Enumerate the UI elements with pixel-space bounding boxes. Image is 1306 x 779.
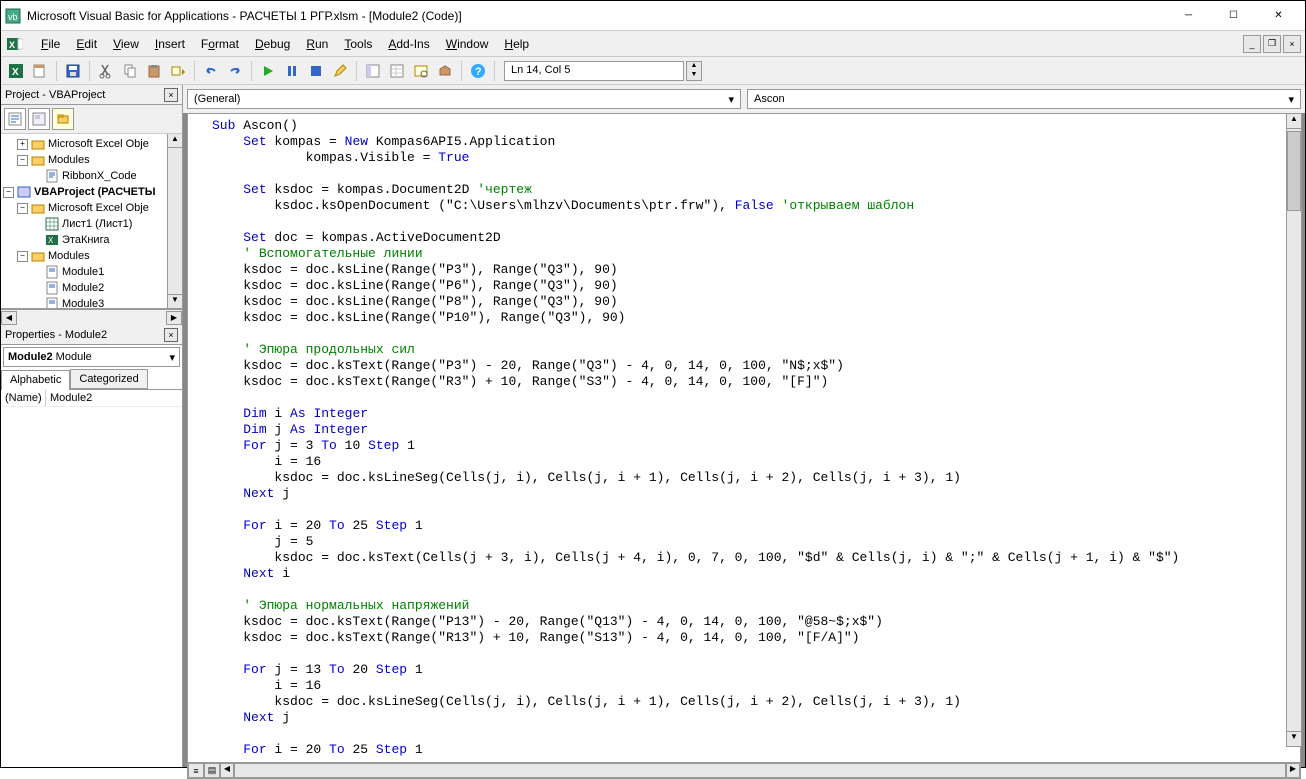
- properties-grid[interactable]: (Name) Module2: [1, 390, 182, 767]
- properties-panel-close-button[interactable]: ×: [164, 328, 178, 342]
- design-mode-button[interactable]: [329, 60, 351, 82]
- mdi-close-button[interactable]: ×: [1283, 35, 1301, 53]
- code-hscroll[interactable]: [234, 763, 1286, 778]
- tree-xlobj1[interactable]: Microsoft Excel Obje: [48, 138, 149, 150]
- tree-thisbook[interactable]: ЭтаКнига: [62, 234, 109, 246]
- svg-text:?: ?: [475, 66, 482, 78]
- full-module-view-button[interactable]: ▤: [204, 763, 220, 778]
- find-button[interactable]: [167, 60, 189, 82]
- properties-object-combo[interactable]: Module2 Module▾: [3, 347, 180, 367]
- menu-help[interactable]: Help: [496, 33, 537, 55]
- view-code-button[interactable]: [4, 108, 26, 130]
- reset-button[interactable]: [305, 60, 327, 82]
- object-browser-button[interactable]: [410, 60, 432, 82]
- menu-debug[interactable]: Debug: [247, 33, 298, 55]
- menu-run[interactable]: Run: [298, 33, 336, 55]
- code-vscroll[interactable]: ▲ ▼: [1286, 113, 1302, 747]
- position-indicator: Ln 14, Col 5: [504, 61, 684, 81]
- maximize-button[interactable]: ☐: [1211, 2, 1256, 30]
- run-button[interactable]: [257, 60, 279, 82]
- property-name-value[interactable]: Module2: [46, 390, 182, 406]
- project-panel-close-button[interactable]: ×: [164, 88, 178, 102]
- properties-window-button[interactable]: [386, 60, 408, 82]
- svg-text:X: X: [9, 40, 15, 50]
- minimize-button[interactable]: ─: [1166, 2, 1211, 30]
- properties-panel-title: Properties - Module2: [5, 329, 107, 341]
- tree-module2[interactable]: Module2: [62, 282, 104, 294]
- project-panel-header: Project - VBAProject ×: [1, 85, 182, 105]
- properties-panel-header: Properties - Module2 ×: [1, 325, 182, 345]
- mdi-restore-button[interactable]: ❐: [1263, 35, 1281, 53]
- insert-module-button[interactable]: [29, 60, 51, 82]
- tree-module1[interactable]: Module1: [62, 266, 104, 278]
- menubar: X File Edit View Insert Format Debug Run…: [1, 31, 1305, 57]
- tree-ribbonx[interactable]: RibbonX_Code: [62, 170, 137, 182]
- code-editor[interactable]: Sub Ascon() Set kompas = New Kompas6API5…: [188, 114, 1300, 762]
- position-spinner[interactable]: ▲▼: [686, 61, 702, 81]
- toolbar: X ? Ln 14, Col 5 ▲▼: [1, 57, 1305, 85]
- app-icon: vb: [5, 8, 21, 24]
- hscroll-right-button[interactable]: ▶: [1286, 763, 1300, 778]
- tree-sheet1[interactable]: Лист1 (Лист1): [62, 218, 132, 230]
- properties-tab-categorized[interactable]: Categorized: [70, 369, 147, 389]
- toolbox-button[interactable]: [434, 60, 456, 82]
- tree-module3[interactable]: Module3: [62, 298, 104, 309]
- menu-insert[interactable]: Insert: [147, 33, 193, 55]
- tree-modules2[interactable]: Modules: [48, 250, 90, 262]
- code-object-dropdown[interactable]: (General)▾: [187, 89, 741, 109]
- cut-button[interactable]: [95, 60, 117, 82]
- toggle-folders-button[interactable]: [52, 108, 74, 130]
- mdi-minimize-button[interactable]: _: [1243, 35, 1261, 53]
- menu-view[interactable]: View: [105, 33, 147, 55]
- close-button[interactable]: ✕: [1256, 2, 1301, 30]
- property-name-label: (Name): [1, 390, 46, 406]
- save-button[interactable]: [62, 60, 84, 82]
- project-toolbar: [1, 105, 182, 134]
- undo-button[interactable]: [200, 60, 222, 82]
- properties-tab-alphabetic[interactable]: Alphabetic: [1, 370, 70, 390]
- copy-button[interactable]: [119, 60, 141, 82]
- code-procedure-dropdown[interactable]: Ascon▾: [747, 89, 1301, 109]
- svg-text:vb: vb: [8, 12, 18, 22]
- tree-modules1[interactable]: Modules: [48, 154, 90, 166]
- break-button[interactable]: [281, 60, 303, 82]
- tree-xlobj2[interactable]: Microsoft Excel Obje: [48, 202, 149, 214]
- project-tree[interactable]: +Microsoft Excel Obje −Modules RibbonX_C…: [1, 134, 182, 309]
- menu-tools[interactable]: Tools: [336, 33, 380, 55]
- menu-edit[interactable]: Edit: [68, 33, 105, 55]
- titlebar: vb Microsoft Visual Basic for Applicatio…: [1, 1, 1305, 31]
- procedure-view-button[interactable]: ≡: [188, 763, 204, 778]
- help-button[interactable]: ?: [467, 60, 489, 82]
- hscroll-left-button[interactable]: ◀: [220, 763, 234, 778]
- project-panel-title: Project - VBAProject: [5, 89, 105, 101]
- redo-button[interactable]: [224, 60, 246, 82]
- project-tree-hscroll[interactable]: ◀▶: [1, 309, 182, 325]
- project-explorer-button[interactable]: [362, 60, 384, 82]
- menu-format[interactable]: Format: [193, 33, 247, 55]
- project-tree-vscroll[interactable]: ▲ ▼: [167, 134, 182, 308]
- menu-file[interactable]: File: [33, 33, 68, 55]
- excel-icon[interactable]: X: [5, 34, 25, 54]
- window-title: Microsoft Visual Basic for Applications …: [27, 9, 1166, 23]
- paste-button[interactable]: [143, 60, 165, 82]
- tree-vbaproject[interactable]: VBAProject (РАСЧЕТЫ: [34, 186, 156, 198]
- view-object-button[interactable]: [28, 108, 50, 130]
- property-row-name: (Name) Module2: [1, 390, 182, 407]
- svg-text:X: X: [12, 67, 19, 78]
- view-excel-button[interactable]: X: [5, 60, 27, 82]
- menu-addins[interactable]: Add-Ins: [380, 33, 437, 55]
- svg-text:X: X: [48, 236, 54, 245]
- menu-window[interactable]: Window: [438, 33, 497, 55]
